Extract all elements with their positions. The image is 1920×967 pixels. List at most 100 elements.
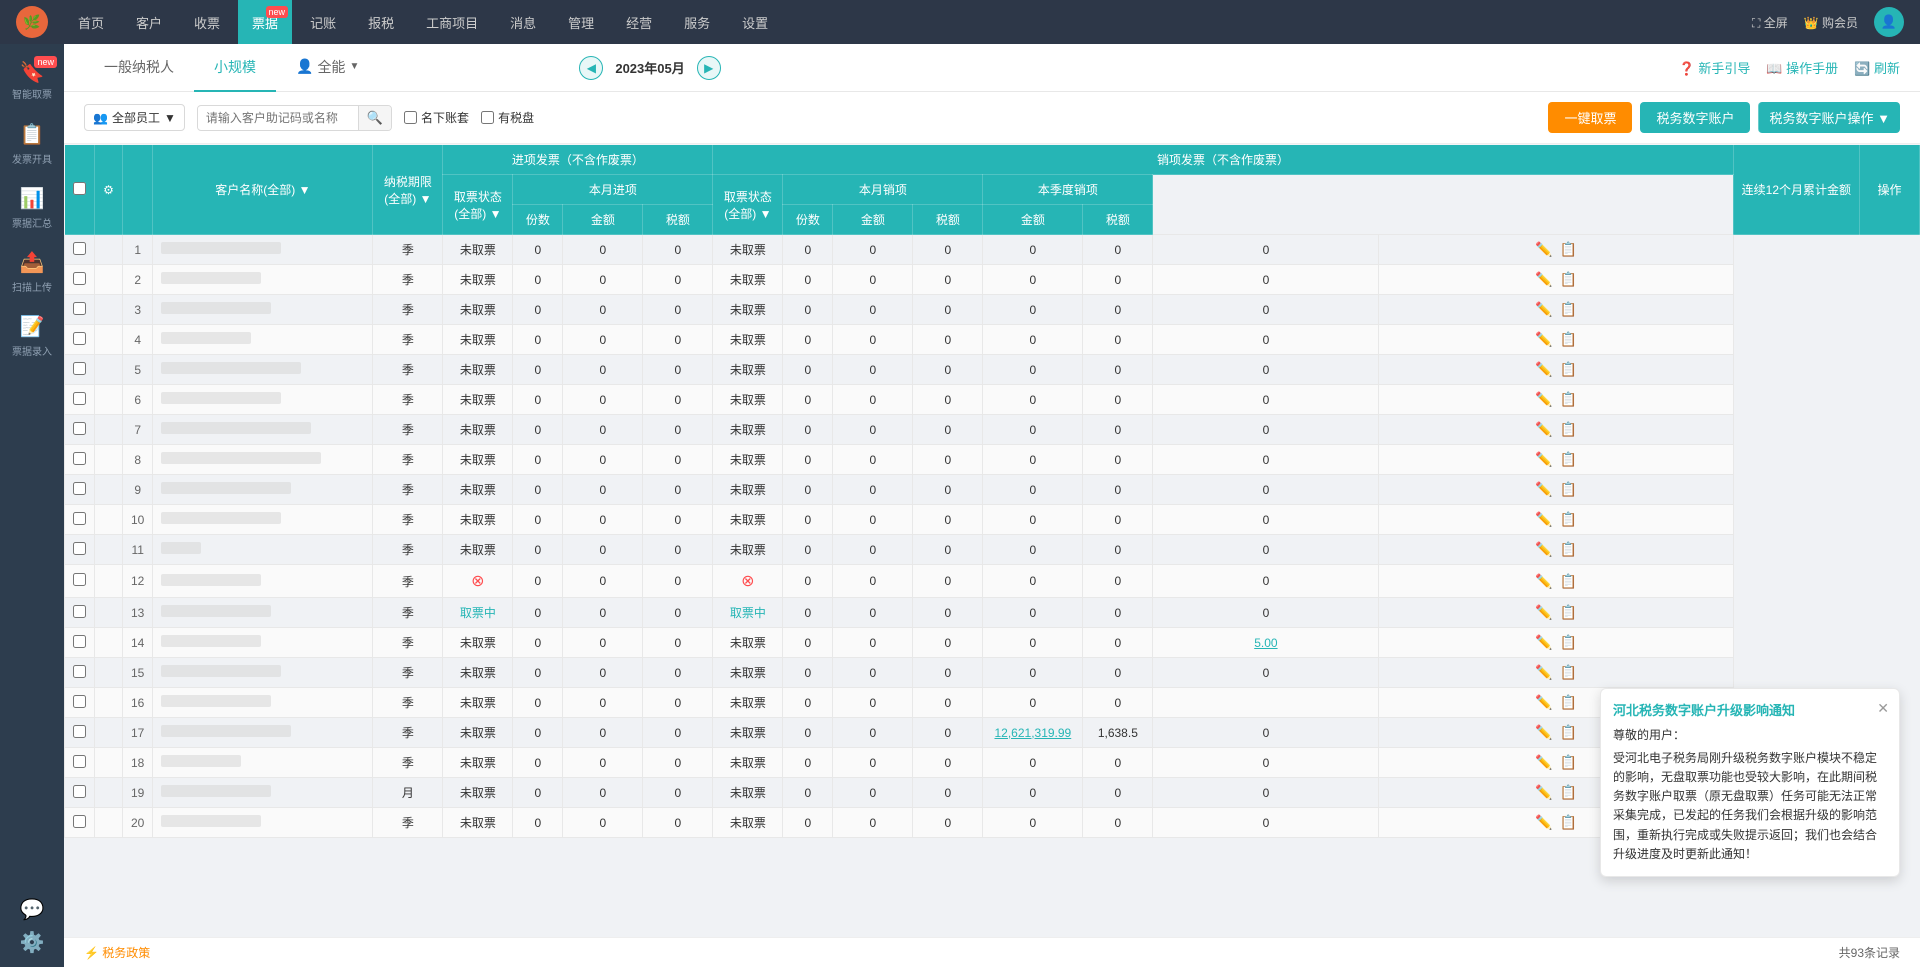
edit-icon[interactable]: ✏️ (1535, 361, 1552, 377)
copy-icon[interactable]: 📋 (1560, 784, 1577, 800)
edit-icon[interactable]: ✏️ (1535, 271, 1552, 287)
nav-customer[interactable]: 客户 (122, 0, 176, 44)
edit-icon[interactable]: ✏️ (1535, 421, 1552, 437)
edit-icon[interactable]: ✏️ (1535, 331, 1552, 347)
th-tax-period[interactable]: 纳税期限(全部) ▼ (373, 145, 443, 235)
row-checkbox-input[interactable] (73, 482, 86, 495)
edit-icon[interactable]: ✏️ (1535, 604, 1552, 620)
edit-icon[interactable]: ✏️ (1535, 664, 1552, 680)
copy-icon[interactable]: 📋 (1560, 331, 1577, 347)
row-checkbox-input[interactable] (73, 695, 86, 708)
copy-icon[interactable]: 📋 (1560, 814, 1577, 830)
sidebar-item-scan[interactable]: 📤 扫描上传 (3, 242, 61, 302)
user-avatar[interactable]: 👤 (1874, 7, 1904, 37)
refresh-btn[interactable]: 🔄 刷新 (1854, 58, 1900, 77)
row-checkbox-input[interactable] (73, 815, 86, 828)
tax-policy-link[interactable]: ⚡ 税务政策 (84, 944, 150, 961)
copy-icon[interactable]: 📋 (1560, 361, 1577, 377)
copy-icon[interactable]: 📋 (1560, 754, 1577, 770)
copy-icon[interactable]: 📋 (1560, 634, 1577, 650)
sidebar-chat-icon[interactable]: 💬 (20, 897, 45, 922)
row-checkbox-input[interactable] (73, 785, 86, 798)
sidebar-item-smart-fetch[interactable]: 🔖 智能取票 new (3, 52, 61, 110)
manual-btn[interactable]: 📖 操作手册 (1766, 58, 1838, 77)
copy-icon[interactable]: 📋 (1560, 451, 1577, 467)
nav-receive[interactable]: 收票 (180, 0, 234, 44)
row-checkbox-input[interactable] (73, 512, 86, 525)
one-click-fetch-btn[interactable]: 一键取票 (1548, 102, 1632, 133)
row-checkbox-input[interactable] (73, 573, 86, 586)
member-btn[interactable]: 👑 购会员 (1804, 14, 1858, 31)
edit-icon[interactable]: ✏️ (1535, 634, 1552, 650)
th-customer[interactable]: 客户名称(全部) ▼ (153, 145, 373, 235)
row-checkbox-input[interactable] (73, 755, 86, 768)
prev-month-btn[interactable]: ◀ (579, 56, 603, 80)
edit-icon[interactable]: ✏️ (1535, 784, 1552, 800)
edit-icon[interactable]: ✏️ (1535, 724, 1552, 740)
search-input[interactable] (198, 107, 358, 129)
copy-icon[interactable]: 📋 (1560, 604, 1577, 620)
edit-icon[interactable]: ✏️ (1535, 301, 1552, 317)
row-checkbox-input[interactable] (73, 725, 86, 738)
edit-icon[interactable]: ✏️ (1535, 541, 1552, 557)
edit-icon[interactable]: ✏️ (1535, 573, 1552, 589)
checkbox-account[interactable]: 名下账套 (404, 109, 469, 126)
row-checkbox-input[interactable] (73, 392, 86, 405)
checkbox-account-input[interactable] (404, 111, 417, 124)
cumulative-link[interactable]: 5.00 (1254, 636, 1277, 650)
select-all-checkbox[interactable] (73, 182, 86, 195)
notification-close-btn[interactable]: ✕ (1877, 697, 1889, 719)
row-checkbox-input[interactable] (73, 332, 86, 345)
nav-settings[interactable]: 设置 (728, 0, 782, 44)
row-checkbox-input[interactable] (73, 542, 86, 555)
row-checkbox-input[interactable] (73, 272, 86, 285)
tab-general-taxpayer[interactable]: 一般纳税人 (84, 44, 194, 92)
nav-message[interactable]: 消息 (496, 0, 550, 44)
copy-icon[interactable]: 📋 (1560, 481, 1577, 497)
nav-manage[interactable]: 管理 (554, 0, 608, 44)
copy-icon[interactable]: 📋 (1560, 511, 1577, 527)
tax-digital-account-btn[interactable]: 税务数字账户 (1640, 102, 1750, 133)
row-checkbox-input[interactable] (73, 605, 86, 618)
tax-digital-account-dropdown[interactable]: 税务数字账户操作 ▼ (1758, 102, 1900, 133)
nav-tax[interactable]: 报税 (354, 0, 408, 44)
sidebar-settings-icon[interactable]: ⚙️ (20, 930, 45, 955)
employee-select[interactable]: 👥 全部员工 ▼ (84, 104, 185, 131)
sidebar-item-summary[interactable]: 📊 票据汇总 (3, 178, 61, 238)
copy-icon[interactable]: 📋 (1560, 541, 1577, 557)
nav-service[interactable]: 服务 (670, 0, 724, 44)
edit-icon[interactable]: ✏️ (1535, 814, 1552, 830)
row-checkbox-input[interactable] (73, 302, 86, 315)
ret-amount-link[interactable]: 12,621,319.99 (994, 726, 1071, 740)
copy-icon[interactable]: 📋 (1560, 241, 1577, 257)
search-button[interactable]: 🔍 (358, 106, 391, 130)
th-in-status[interactable]: 取票状态(全部) ▼ (443, 175, 513, 235)
row-checkbox-input[interactable] (73, 665, 86, 678)
row-checkbox-input[interactable] (73, 422, 86, 435)
nav-business[interactable]: 工商项目 (412, 0, 492, 44)
row-checkbox-input[interactable] (73, 635, 86, 648)
copy-icon[interactable]: 📋 (1560, 573, 1577, 589)
edit-icon[interactable]: ✏️ (1535, 451, 1552, 467)
edit-icon[interactable]: ✏️ (1535, 481, 1552, 497)
copy-icon[interactable]: 📋 (1560, 664, 1577, 680)
row-checkbox-input[interactable] (73, 362, 86, 375)
tab-small-scale[interactable]: 小规模 (194, 44, 276, 92)
edit-icon[interactable]: ✏️ (1535, 241, 1552, 257)
next-month-btn[interactable]: ▶ (697, 56, 721, 80)
copy-icon[interactable]: 📋 (1560, 724, 1577, 740)
sidebar-item-entry[interactable]: 📝 票据录入 (3, 306, 61, 366)
copy-icon[interactable]: 📋 (1560, 271, 1577, 287)
edit-icon[interactable]: ✏️ (1535, 694, 1552, 710)
tab-all-capable[interactable]: 👤 全能 ▼ (276, 44, 379, 92)
sidebar-item-invoice-open[interactable]: 📋 发票开具 (3, 114, 61, 174)
edit-icon[interactable]: ✏️ (1535, 754, 1552, 770)
data-table-wrapper[interactable]: ⚙ 客户名称(全部) ▼ 纳税期限(全部) ▼ 进项发票（不含作废票） 销项发票… (64, 144, 1920, 937)
edit-icon[interactable]: ✏️ (1535, 391, 1552, 407)
nav-invoice[interactable]: 票据 new (238, 0, 292, 44)
edit-icon[interactable]: ✏️ (1535, 511, 1552, 527)
copy-icon[interactable]: 📋 (1560, 694, 1577, 710)
nav-operations[interactable]: 经营 (612, 0, 666, 44)
row-checkbox-input[interactable] (73, 452, 86, 465)
copy-icon[interactable]: 📋 (1560, 421, 1577, 437)
